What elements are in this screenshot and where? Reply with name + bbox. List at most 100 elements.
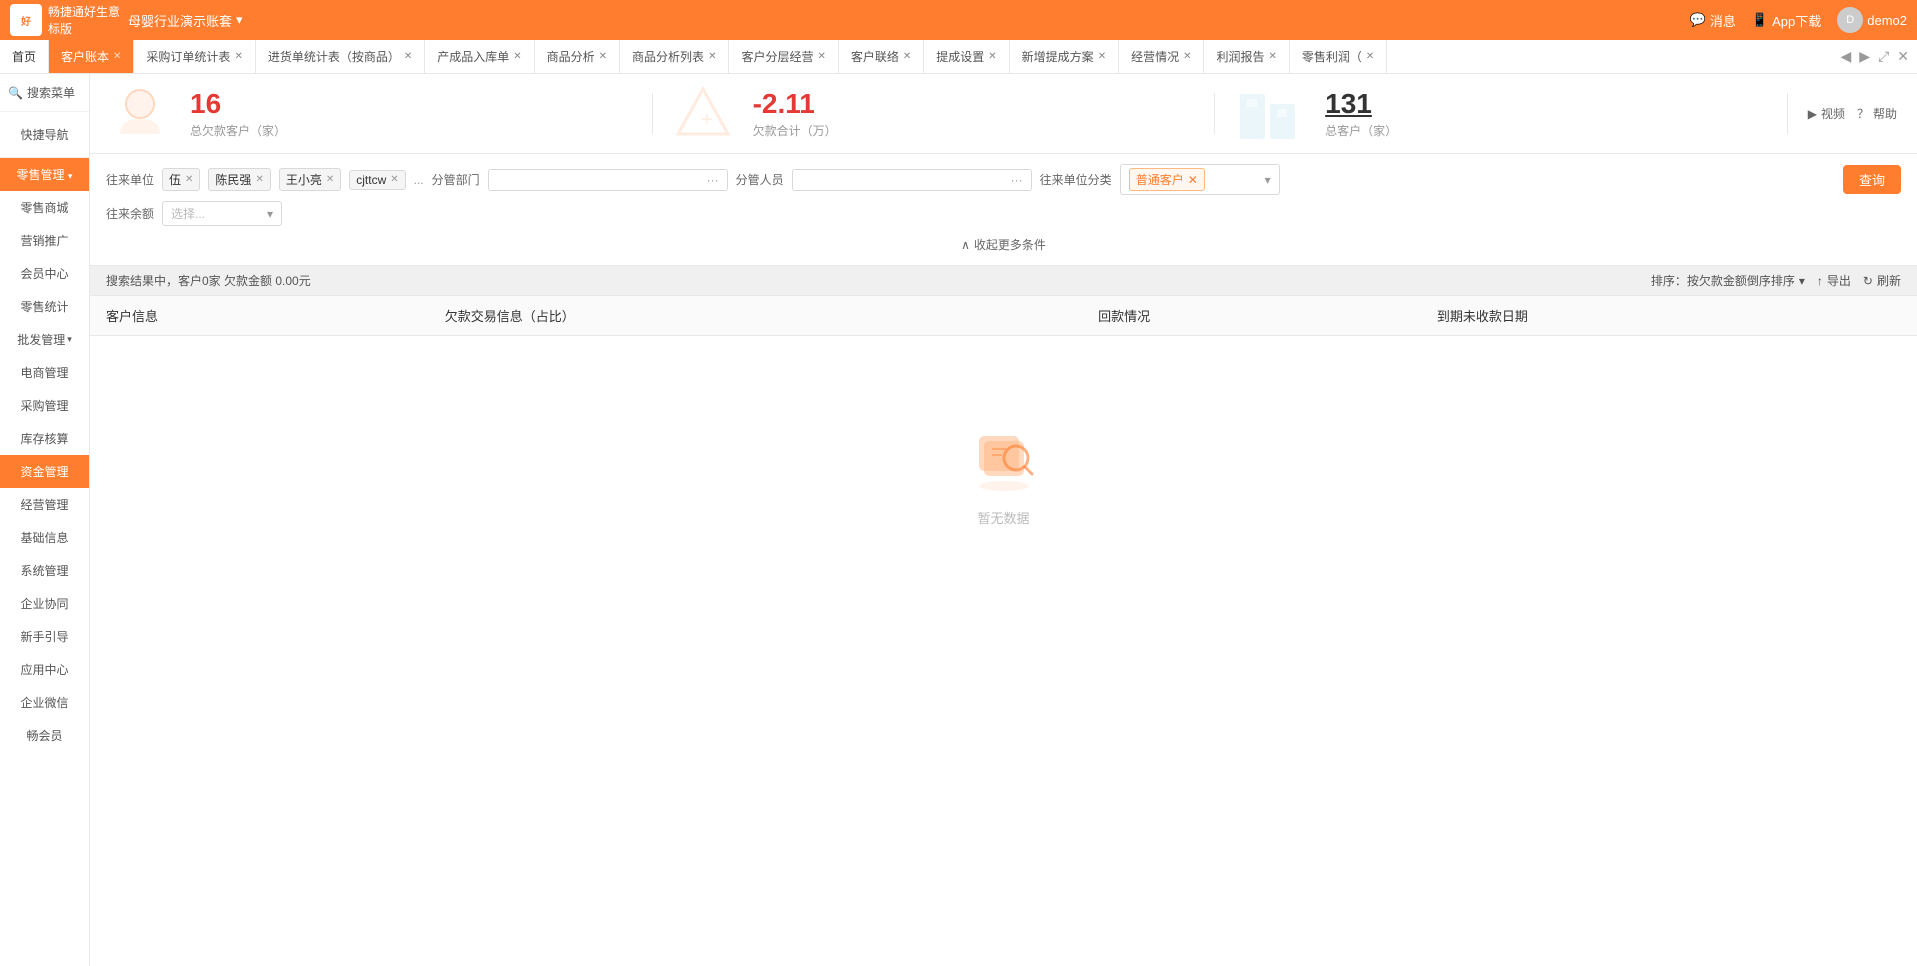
query-button[interactable]: 查询 (1843, 165, 1901, 194)
sidebar: 🔍 搜索菜单 快捷导航 零售管理 ▾ 零售商城 营销推广 会员中心 零售统计 批… (0, 74, 90, 966)
close-icon[interactable]: ✕ (404, 51, 412, 62)
chevron-down-icon: ▾ (236, 12, 243, 28)
account-selector[interactable]: 母婴行业演示账套 ▾ (128, 11, 243, 30)
sidebar-item-quicknav[interactable]: 快捷导航 (0, 118, 89, 151)
remove-unit-class[interactable]: ✕ (1188, 173, 1198, 187)
tab-product-stock[interactable]: 产成品入库单 ✕ (425, 40, 534, 73)
sidebar-item-basic-info[interactable]: 基础信息 (0, 521, 89, 554)
logo-icon: 好 (10, 4, 42, 36)
filter-tag-wang[interactable]: 王小亮 ✕ (279, 168, 341, 191)
close-icon[interactable]: ✕ (817, 51, 825, 62)
tab-tip-settings[interactable]: 提成设置 ✕ (924, 40, 1009, 73)
tab-purchase-stats[interactable]: 进货单统计表（按商品） ✕ (256, 40, 425, 73)
tab-expand-icon[interactable]: ⤢ (1876, 46, 1891, 67)
close-icon[interactable]: ✕ (513, 51, 521, 62)
remove-tag-chen[interactable]: ✕ (255, 174, 263, 185)
sidebar-item-sys-mgmt[interactable]: 系统管理 (0, 554, 89, 587)
filter-more-button[interactable]: ... (414, 173, 424, 187)
filter-tag-wu[interactable]: 伍 ✕ (162, 168, 200, 191)
sidebar-item-member2[interactable]: 畅会员 (0, 719, 89, 752)
message-button[interactable]: 💬 消息 (1690, 11, 1736, 30)
empty-state-cell: 暂无数据 (90, 336, 1917, 608)
close-icon[interactable]: ✕ (988, 51, 996, 62)
tab-operations[interactable]: 经营情况 ✕ (1119, 40, 1204, 73)
sidebar-item-member[interactable]: 会员中心 (0, 257, 89, 290)
person-select[interactable]: ··· (792, 169, 1032, 191)
unit-class-tag[interactable]: 普通客户 ✕ (1129, 168, 1205, 191)
sidebar-search[interactable]: 🔍 搜索菜单 (0, 74, 89, 112)
sidebar-item-app-center[interactable]: 应用中心 (0, 653, 89, 686)
sort-icon: ▾ (1799, 274, 1805, 288)
sidebar-item-retail[interactable]: 零售管理 ▾ (0, 158, 89, 191)
stat-total-customers-value: 16 (190, 88, 221, 120)
data-table: 客户信息 欠款交易信息（占比） 回款情况 到期未收款日期 (90, 296, 1917, 607)
close-icon[interactable]: ✕ (903, 51, 911, 62)
filter-tag-chen[interactable]: 陈民强 ✕ (208, 168, 270, 191)
sidebar-item-ecommerce[interactable]: 电商管理 (0, 356, 89, 389)
close-icon[interactable]: ✕ (599, 51, 607, 62)
tab-next-icon[interactable]: ▶ (1857, 46, 1872, 67)
tab-prev-icon[interactable]: ◀ (1839, 46, 1854, 67)
sidebar-nav-quicknav: 快捷导航 (0, 112, 89, 158)
unit-class-label: 往来单位分类 (1040, 171, 1112, 188)
app-download-button[interactable]: 📱 App下载 (1752, 11, 1821, 30)
video-button[interactable]: ▶ 视频 (1808, 105, 1845, 122)
remove-tag-cjttcw[interactable]: ✕ (390, 174, 398, 185)
tab-product-analysis[interactable]: 商品分析 ✕ (535, 40, 620, 73)
balance-filter-label: 往来余额 (106, 205, 154, 222)
user-menu[interactable]: D demo2 (1837, 7, 1907, 33)
person-filter-label: 分管人员 (736, 171, 784, 188)
nav-tabs: 首页 客户账本 ✕ 采购订单统计表 ✕ 进货单统计表（按商品） ✕ 产成品入库单… (0, 40, 1917, 74)
sidebar-item-retail-stats[interactable]: 零售统计 (0, 290, 89, 323)
table-container: 客户信息 欠款交易信息（占比） 回款情况 到期未收款日期 (90, 296, 1917, 966)
tab-product-analysis-list[interactable]: 商品分析列表 ✕ (620, 40, 729, 73)
sidebar-item-operations[interactable]: 经营管理 (0, 488, 89, 521)
close-icon[interactable]: ✕ (234, 51, 242, 62)
sidebar-item-wholesale[interactable]: 批发管理 ▾ (0, 323, 89, 356)
sidebar-item-purchase[interactable]: 采购管理 (0, 389, 89, 422)
col-debt-info: 欠款交易信息（占比） (429, 296, 1082, 336)
tab-customer-contact[interactable]: 客户联络 ✕ (839, 40, 924, 73)
close-icon[interactable]: ✕ (1183, 51, 1191, 62)
svg-text:+: + (701, 109, 713, 131)
empty-text: 暂无数据 (977, 508, 1029, 527)
close-icon[interactable]: ✕ (1366, 51, 1374, 62)
close-icon[interactable]: ✕ (1098, 51, 1106, 62)
sidebar-item-finance[interactable]: 资金管理 (0, 455, 89, 488)
sort-button[interactable]: 排序：按欠款金额倒序排序 ▾ (1651, 272, 1805, 289)
tab-close-all-icon[interactable]: ✕ (1895, 46, 1911, 67)
chevron-down-icon: ▾ (67, 334, 72, 345)
tab-purchase-orders[interactable]: 采购订单统计表 ✕ (134, 40, 255, 73)
sidebar-item-retail-mall[interactable]: 零售商城 (0, 191, 89, 224)
refresh-button[interactable]: ↻ 刷新 (1863, 272, 1901, 289)
filter-tag-cjttcw[interactable]: cjttcw ✕ (349, 170, 405, 190)
tab-profit-report[interactable]: 利润报告 ✕ (1204, 40, 1289, 73)
balance-select[interactable]: 选择... ▾ (162, 201, 282, 226)
tab-retail-profit[interactable]: 零售利润（ ✕ (1290, 40, 1387, 73)
close-icon[interactable]: ✕ (113, 51, 121, 62)
unit-class-select[interactable]: 普通客户 ✕ ▾ (1120, 164, 1280, 195)
sidebar-item-inventory[interactable]: 库存核算 (0, 422, 89, 455)
filter-collapse-button[interactable]: ∧ 收起更多条件 (106, 232, 1901, 255)
tab-new-tip-plan[interactable]: 新增提成方案 ✕ (1010, 40, 1119, 73)
tab-controls: ◀ ▶ ⤢ ✕ (1833, 40, 1917, 73)
dept-select[interactable]: ··· (488, 169, 728, 191)
sidebar-item-enterprise-wechat[interactable]: 企业微信 (0, 686, 89, 719)
chevron-down-icon: ▾ (68, 171, 73, 181)
filter-row-1: 往来单位 伍 ✕ 陈民强 ✕ 王小亮 ✕ cjttcw ✕ ... (106, 164, 1901, 195)
download-icon: 📱 (1752, 12, 1768, 28)
export-button[interactable]: ↑ 导出 (1817, 272, 1851, 289)
sidebar-item-new-guide[interactable]: 新手引导 (0, 620, 89, 653)
sidebar-item-marketing[interactable]: 营销推广 (0, 224, 89, 257)
remove-tag-wang[interactable]: ✕ (326, 174, 334, 185)
export-icon: ↑ (1817, 274, 1823, 288)
tab-home[interactable]: 首页 (0, 40, 49, 73)
tab-customers[interactable]: 客户账本 ✕ (49, 40, 134, 73)
help-button[interactable]: ？ 帮助 (1857, 105, 1897, 122)
remove-tag-wu[interactable]: ✕ (185, 174, 193, 185)
close-icon[interactable]: ✕ (708, 51, 716, 62)
tab-customer-segmentation[interactable]: 客户分层经营 ✕ (729, 40, 838, 73)
close-icon[interactable]: ✕ (1269, 51, 1277, 62)
sidebar-item-enterprise[interactable]: 企业协同 (0, 587, 89, 620)
balance-chevron: ▾ (267, 207, 273, 221)
